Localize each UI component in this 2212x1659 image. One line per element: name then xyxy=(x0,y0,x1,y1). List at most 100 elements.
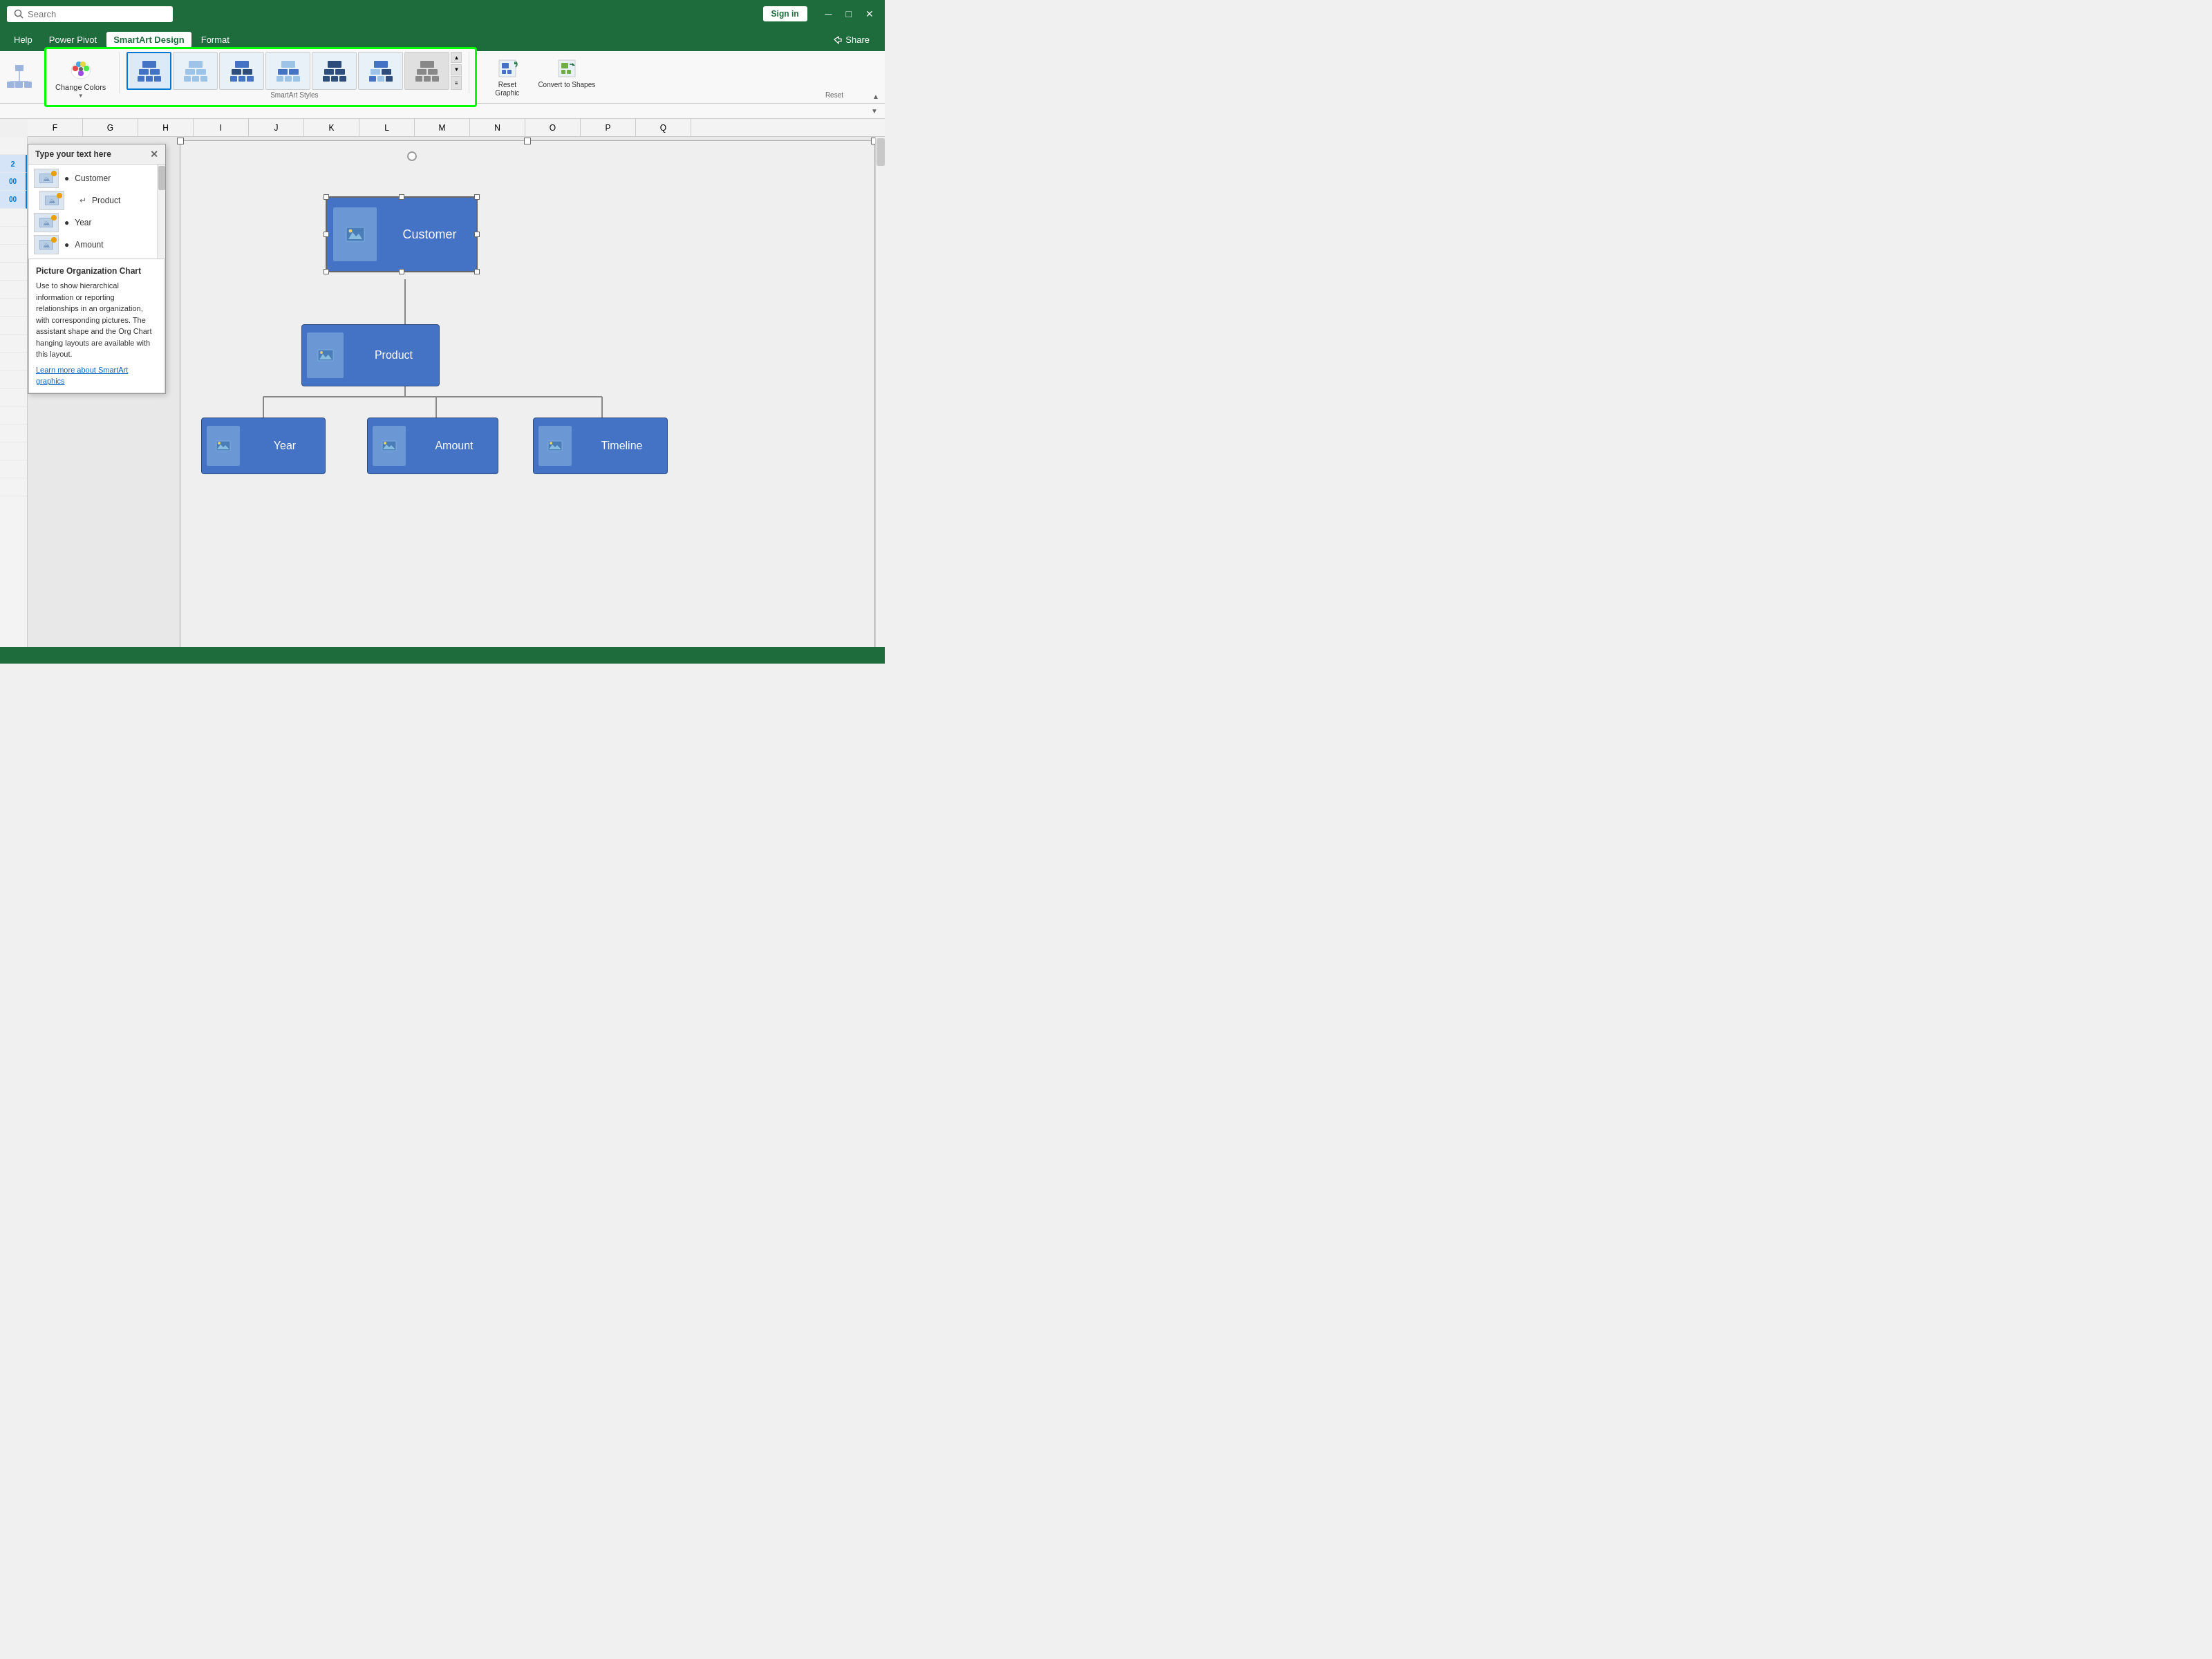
text-pane-item-amount[interactable]: ● Amount xyxy=(28,234,165,256)
row-num-11 xyxy=(0,317,27,335)
ribbon-collapse-button[interactable]: ▲ xyxy=(872,93,879,100)
row-num-7 xyxy=(0,245,27,263)
v-scrollbar[interactable] xyxy=(875,137,885,664)
sign-in-button[interactable]: Sign in xyxy=(763,6,807,21)
svg-point-36 xyxy=(320,351,323,354)
maximize-button[interactable]: □ xyxy=(842,7,856,21)
info-title: Picture Organization Chart xyxy=(36,265,158,277)
scroll-up-arrow[interactable]: ▲ xyxy=(451,52,462,63)
info-panel: Picture Organization Chart Use to show h… xyxy=(28,259,165,393)
close-button[interactable]: ✕ xyxy=(861,7,878,21)
col-header-L: L xyxy=(359,119,415,136)
col-header-M: M xyxy=(415,119,470,136)
row-num-1 xyxy=(0,137,27,155)
svg-rect-20 xyxy=(561,63,568,68)
svg-point-14 xyxy=(79,67,83,71)
reset-graphic-label: ResetGraphic xyxy=(495,81,519,97)
svg-point-33 xyxy=(348,229,352,233)
node-handle-customer-tl[interactable] xyxy=(324,194,329,200)
reset-graphic-button[interactable]: ResetGraphic xyxy=(488,54,526,101)
text-pane-item-product[interactable]: ↵ Product xyxy=(28,189,165,212)
text-pane-sub-bullet-1: ↵ xyxy=(79,196,86,205)
text-pane-close-button[interactable]: ✕ xyxy=(150,149,158,160)
collapse-arrow[interactable]: ▼ xyxy=(871,107,878,115)
info-description: Use to show hierarchical information or … xyxy=(36,280,158,360)
node-handle-customer-bl[interactable] xyxy=(324,269,329,274)
convert-to-shapes-button[interactable]: Convert to Shapes xyxy=(532,54,601,101)
text-pane-scrollbar[interactable] xyxy=(157,165,165,259)
year-img-icon xyxy=(216,440,231,451)
smartart-node-customer[interactable]: Customer xyxy=(326,196,478,272)
title-bar: Sign in ─ □ ✕ xyxy=(0,0,885,28)
row-num-20 xyxy=(0,478,27,496)
row-num-13 xyxy=(0,353,27,371)
smartart-node-year[interactable]: Year xyxy=(201,418,326,474)
row-num-8 xyxy=(0,263,27,281)
smartart-styles-group: ▲ ▼ ≡ SmartArt Styles xyxy=(126,52,462,99)
row-num-16 xyxy=(0,406,27,424)
product-image-placeholder xyxy=(306,332,344,379)
style-thumb-1[interactable] xyxy=(126,52,171,90)
style-thumb-4[interactable] xyxy=(265,52,310,90)
style-thumb-3[interactable] xyxy=(219,52,264,90)
node-handle-customer-tr[interactable] xyxy=(474,194,480,200)
style-scroll-arrows[interactable]: ▲ ▼ ≡ xyxy=(451,52,462,90)
svg-rect-22 xyxy=(567,70,571,74)
menu-format[interactable]: Format xyxy=(194,32,236,48)
share-button[interactable]: Share xyxy=(825,32,878,48)
text-pane-thumb-amount xyxy=(34,235,59,254)
text-pane-title: Type your text here xyxy=(35,149,111,159)
node-handle-customer-mr[interactable] xyxy=(474,232,480,237)
rotate-handle[interactable] xyxy=(407,151,417,161)
style-thumb-2[interactable] xyxy=(173,52,218,90)
smartart-canvas[interactable]: Customer Product xyxy=(180,140,875,664)
text-pane-label-year: Year xyxy=(75,218,91,227)
timeline-image-placeholder xyxy=(538,425,572,467)
svg-rect-18 xyxy=(507,70,512,74)
search-box[interactable] xyxy=(7,6,173,22)
svg-point-45 xyxy=(550,442,552,444)
smartart-lines xyxy=(180,141,874,664)
text-pane-item-customer[interactable]: ● Customer xyxy=(28,167,165,189)
convert-to-shapes-label: Convert to Shapes xyxy=(538,81,595,89)
smartart-node-product[interactable]: Product xyxy=(301,324,440,386)
scroll-down-arrow[interactable]: ▼ xyxy=(451,64,462,75)
node-handle-customer-ml[interactable] xyxy=(324,232,329,237)
node-handle-customer-bc[interactable] xyxy=(399,269,404,274)
canvas-handle-tl[interactable] xyxy=(177,138,184,144)
smartart-node-amount[interactable]: Amount xyxy=(367,418,498,474)
scroll-more-arrow[interactable]: ≡ xyxy=(451,76,462,90)
node-handle-customer-br[interactable] xyxy=(474,269,480,274)
col-header-G: G xyxy=(83,119,138,136)
menu-help[interactable]: Help xyxy=(7,32,39,48)
change-colors-button[interactable]: Change Colors ▼ xyxy=(49,52,112,102)
spreadsheet[interactable]: › Type your text here ✕ ● Customer xyxy=(28,137,885,664)
menu-power-pivot[interactable]: Power Pivot xyxy=(42,32,104,48)
smartart-styles-label: SmartArt Styles xyxy=(270,91,318,99)
timeline-img-icon xyxy=(547,440,563,451)
style-thumb-7[interactable] xyxy=(404,52,449,90)
info-link[interactable]: Learn more about SmartArt graphics xyxy=(36,366,128,386)
style-thumb-5[interactable] xyxy=(312,52,357,90)
col-header-K: K xyxy=(304,119,359,136)
text-pane-item-year[interactable]: ● Year xyxy=(28,212,165,234)
reset-convert-group: ResetGraphic Convert to Shapes xyxy=(488,54,601,101)
col-header-I: I xyxy=(194,119,249,136)
svg-point-13 xyxy=(78,71,84,76)
row-num-9 xyxy=(0,281,27,299)
menu-smartart-design[interactable]: SmartArt Design xyxy=(106,32,191,48)
node-handle-customer-tc[interactable] xyxy=(399,194,404,200)
col-header-P: P xyxy=(581,119,636,136)
ribbon: Change Colors ▼ xyxy=(0,51,885,104)
customer-img-icon xyxy=(346,227,365,242)
search-icon xyxy=(14,9,24,19)
palette-icon xyxy=(67,55,95,83)
minimize-button[interactable]: ─ xyxy=(821,7,836,21)
svg-line-1 xyxy=(21,16,24,19)
search-input[interactable] xyxy=(28,9,152,19)
style-thumb-6[interactable] xyxy=(358,52,403,90)
column-headers: F G H I J K L M N O P Q xyxy=(28,119,885,137)
amount-img-icon xyxy=(382,440,397,451)
smartart-node-timeline[interactable]: Timeline xyxy=(533,418,668,474)
canvas-handle-tc[interactable] xyxy=(524,138,531,144)
